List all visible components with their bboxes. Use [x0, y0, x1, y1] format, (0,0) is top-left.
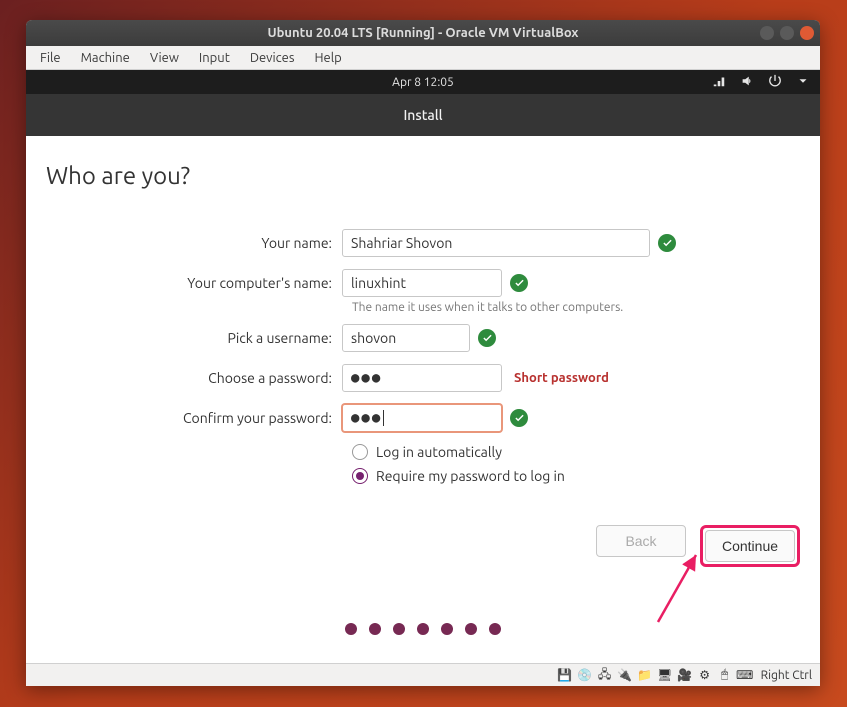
password-warning: Short password	[514, 371, 609, 385]
window-title: Ubuntu 20.04 LTS [Running] - Oracle VM V…	[268, 26, 579, 40]
dot	[369, 623, 381, 635]
dot	[345, 623, 357, 635]
dot	[465, 623, 477, 635]
guest-display: Apr 8 12:05 Install Who are you? Your na…	[26, 70, 820, 663]
menu-input[interactable]: Input	[191, 49, 238, 67]
install-header-label: Install	[403, 107, 442, 123]
continue-button[interactable]: Continue	[705, 530, 795, 562]
dot	[489, 623, 501, 635]
password-field[interactable]: ●●●	[342, 364, 502, 392]
radio-label: Require my password to log in	[376, 468, 565, 484]
radio-require-password[interactable]: Require my password to log in	[352, 468, 800, 484]
computer-name-hint: The name it uses when it talks to other …	[352, 301, 800, 314]
ubuntu-topbar: Apr 8 12:05	[26, 70, 820, 94]
install-header: Install	[26, 94, 820, 136]
window-controls	[760, 26, 814, 40]
cpu-icon[interactable]: ⚙	[697, 667, 713, 683]
menu-view[interactable]: View	[142, 49, 187, 67]
volume-icon[interactable]	[740, 74, 754, 91]
computer-name-field[interactable]	[342, 269, 502, 297]
confirm-password-field[interactable]: ●●●	[342, 404, 502, 432]
progress-dots	[345, 623, 501, 635]
system-tray[interactable]	[712, 74, 810, 91]
dot	[441, 623, 453, 635]
label-username: Pick a username:	[46, 330, 342, 346]
vbox-menubar: File Machine View Input Devices Help	[26, 46, 820, 70]
menu-help[interactable]: Help	[307, 49, 350, 67]
vbox-titlebar: Ubuntu 20.04 LTS [Running] - Oracle VM V…	[26, 20, 820, 46]
radio-login-auto[interactable]: Log in automatically	[352, 444, 800, 460]
datetime-label[interactable]: Apr 8 12:05	[392, 76, 454, 89]
your-name-field[interactable]	[342, 229, 650, 257]
power-icon[interactable]	[768, 74, 782, 91]
minimize-button[interactable]	[760, 26, 774, 40]
vbox-statusbar: 💾 💿 🖧 🔌 📁 🖥 🎥 ⚙ 🖱 ⌨ Right Ctrl	[26, 663, 820, 686]
page-title: Who are you?	[46, 162, 800, 189]
virtualbox-window: Ubuntu 20.04 LTS [Running] - Oracle VM V…	[26, 20, 820, 686]
continue-highlight: Continue	[700, 525, 800, 567]
radio-button[interactable]	[352, 444, 368, 460]
dot	[417, 623, 429, 635]
maximize-button[interactable]	[780, 26, 794, 40]
radio-label: Log in automatically	[376, 444, 502, 460]
network-icon[interactable]: 🖧	[597, 667, 613, 683]
disc-icon[interactable]: 💿	[577, 667, 593, 683]
label-confirm-password: Confirm your password:	[46, 410, 342, 426]
dot	[393, 623, 405, 635]
radio-button-selected[interactable]	[352, 468, 368, 484]
row-your-name: Your name:	[46, 229, 800, 257]
label-computer-name: Your computer's name:	[46, 275, 342, 291]
check-icon	[478, 329, 496, 347]
text-cursor	[383, 410, 384, 426]
host-key-label: Right Ctrl	[761, 669, 812, 682]
check-icon	[658, 234, 676, 252]
check-icon	[510, 409, 528, 427]
row-confirm-password: Confirm your password: ●●●	[46, 404, 800, 432]
install-body: Who are you? Your name: Your computer's …	[26, 136, 820, 663]
username-field[interactable]	[342, 324, 470, 352]
menu-machine[interactable]: Machine	[73, 49, 138, 67]
row-password: Choose a password: ●●● Short password	[46, 364, 800, 392]
shared-folder-icon[interactable]: 📁	[637, 667, 653, 683]
check-icon	[510, 274, 528, 292]
back-button[interactable]: Back	[596, 525, 686, 557]
chevron-down-icon[interactable]	[796, 74, 810, 91]
recording-icon[interactable]: 🎥	[677, 667, 693, 683]
menu-devices[interactable]: Devices	[242, 49, 303, 67]
menu-file[interactable]: File	[32, 49, 69, 67]
hdd-icon[interactable]: 💾	[557, 667, 573, 683]
nav-buttons: Back Continue	[596, 525, 800, 567]
mouse-icon[interactable]: 🖱	[717, 667, 733, 683]
keyboard-icon[interactable]: ⌨	[737, 667, 753, 683]
row-computer-name: Your computer's name:	[46, 269, 800, 297]
usb-icon[interactable]: 🔌	[617, 667, 633, 683]
label-your-name: Your name:	[46, 235, 342, 251]
label-password: Choose a password:	[46, 370, 342, 386]
close-button[interactable]	[800, 26, 814, 40]
row-username: Pick a username:	[46, 324, 800, 352]
display-icon[interactable]: 🖥	[657, 667, 673, 683]
network-icon[interactable]	[712, 74, 726, 91]
